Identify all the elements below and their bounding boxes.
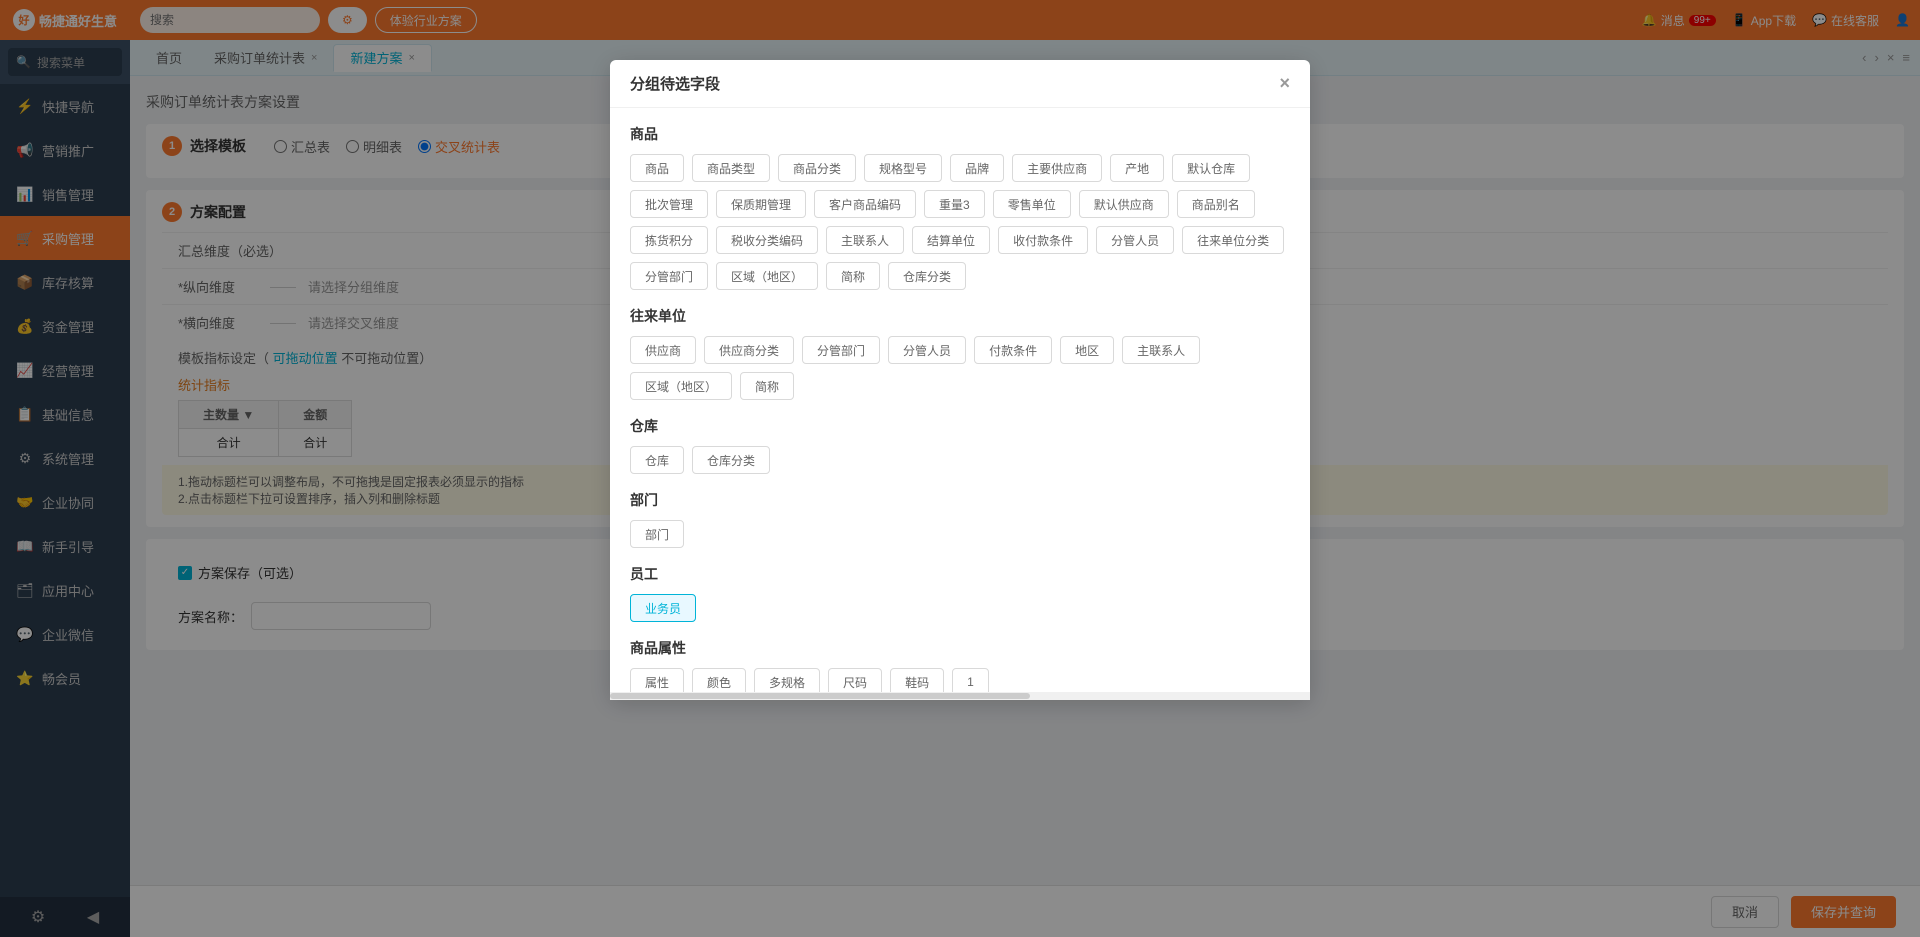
field-tag-product-alias[interactable]: 商品别名 bbox=[1177, 190, 1255, 218]
product-field-tags: 商品 商品类型 商品分类 规格型号 品牌 主要供应商 产地 默认仓库 批次管理 … bbox=[630, 154, 1290, 290]
field-tag-warehouse-category[interactable]: 仓库分类 bbox=[692, 446, 770, 474]
field-tag-size[interactable]: 尺码 bbox=[828, 668, 882, 692]
field-tag-pick-score[interactable]: 拣货积分 bbox=[630, 226, 708, 254]
field-tag-multi-spec[interactable]: 多规格 bbox=[754, 668, 820, 692]
modal-header: 分组待选字段 × bbox=[610, 60, 1310, 108]
field-tag-warehouse[interactable]: 仓库 bbox=[630, 446, 684, 474]
section-title-employee: 员工 bbox=[630, 564, 1290, 584]
field-tag-quality-mgmt[interactable]: 保质期管理 bbox=[716, 190, 806, 218]
field-tag-main-contact[interactable]: 主联系人 bbox=[826, 226, 904, 254]
modal: 分组待选字段 × 商品 商品 商品类型 商品分类 规格型号 品牌 主要供应商 产… bbox=[610, 60, 1310, 700]
field-tag-supplier-category[interactable]: 供应商分类 bbox=[704, 336, 794, 364]
product-attr-field-tags: 属性 颜色 多规格 尺码 鞋码 1 bbox=[630, 668, 1290, 692]
field-tag-retail-unit[interactable]: 零售单位 bbox=[993, 190, 1071, 218]
field-tag-payment-terms[interactable]: 收付款条件 bbox=[998, 226, 1088, 254]
section-title-warehouse: 仓库 bbox=[630, 416, 1290, 436]
modal-horizontal-scrollbar[interactable] bbox=[610, 692, 1310, 700]
field-tag-spec-model[interactable]: 规格型号 bbox=[864, 154, 942, 182]
field-tag-custom1[interactable]: 1 bbox=[952, 668, 989, 692]
field-tag-supplier[interactable]: 供应商 bbox=[630, 336, 696, 364]
field-tag-tax-code[interactable]: 税收分类编码 bbox=[716, 226, 818, 254]
field-tag-area-partner[interactable]: 地区 bbox=[1060, 336, 1114, 364]
section-title-partner: 往来单位 bbox=[630, 306, 1290, 326]
field-tag-department[interactable]: 部门 bbox=[630, 520, 684, 548]
modal-body: 商品 商品 商品类型 商品分类 规格型号 品牌 主要供应商 产地 默认仓库 批次… bbox=[610, 108, 1310, 692]
section-title-department: 部门 bbox=[630, 490, 1290, 510]
field-tag-pay-terms[interactable]: 付款条件 bbox=[974, 336, 1052, 364]
field-tag-area-product[interactable]: 区域（地区） bbox=[716, 262, 818, 290]
partner-field-tags: 供应商 供应商分类 分管部门 分管人员 付款条件 地区 主联系人 区域（地区） … bbox=[630, 336, 1290, 400]
field-tag-partner-category[interactable]: 往来单位分类 bbox=[1182, 226, 1284, 254]
field-tag-shoe-size[interactable]: 鞋码 bbox=[890, 668, 944, 692]
field-tag-batch-mgmt[interactable]: 批次管理 bbox=[630, 190, 708, 218]
field-tag-main-contact-partner[interactable]: 主联系人 bbox=[1122, 336, 1200, 364]
field-tag-product-category[interactable]: 商品分类 bbox=[778, 154, 856, 182]
modal-title: 分组待选字段 bbox=[630, 73, 720, 94]
field-tag-default-warehouse[interactable]: 默认仓库 bbox=[1172, 154, 1250, 182]
field-tag-settlement-unit[interactable]: 结算单位 bbox=[912, 226, 990, 254]
field-tag-origin[interactable]: 产地 bbox=[1110, 154, 1164, 182]
modal-close-btn[interactable]: × bbox=[1279, 73, 1290, 94]
field-tag-abbrev-product[interactable]: 简称 bbox=[826, 262, 880, 290]
field-tag-default-supplier[interactable]: 默认供应商 bbox=[1079, 190, 1169, 218]
field-tag-attr[interactable]: 属性 bbox=[630, 668, 684, 692]
field-tag-brand[interactable]: 品牌 bbox=[950, 154, 1004, 182]
field-tag-customer-code[interactable]: 客户商品编码 bbox=[814, 190, 916, 218]
field-tag-color[interactable]: 颜色 bbox=[692, 668, 746, 692]
field-tag-abbrev-partner[interactable]: 简称 bbox=[740, 372, 794, 400]
field-tag-manager-partner[interactable]: 分管人员 bbox=[888, 336, 966, 364]
field-tag-dept-product[interactable]: 分管部门 bbox=[630, 262, 708, 290]
warehouse-field-tags: 仓库 仓库分类 bbox=[630, 446, 1290, 474]
section-title-product-attr: 商品属性 bbox=[630, 638, 1290, 658]
field-tag-main-supplier[interactable]: 主要供应商 bbox=[1012, 154, 1102, 182]
field-tag-weight3[interactable]: 重量3 bbox=[924, 190, 985, 218]
employee-field-tags: 业务员 bbox=[630, 594, 1290, 622]
department-field-tags: 部门 bbox=[630, 520, 1290, 548]
field-tag-product-type[interactable]: 商品类型 bbox=[692, 154, 770, 182]
field-tag-salesperson[interactable]: 业务员 bbox=[630, 594, 696, 622]
section-title-product: 商品 bbox=[630, 124, 1290, 144]
field-tag-region-partner[interactable]: 区域（地区） bbox=[630, 372, 732, 400]
modal-overlay[interactable]: 分组待选字段 × 商品 商品 商品类型 商品分类 规格型号 品牌 主要供应商 产… bbox=[0, 0, 1920, 937]
field-tag-manager[interactable]: 分管人员 bbox=[1096, 226, 1174, 254]
scrollbar-thumb bbox=[610, 693, 1030, 699]
field-tag-warehouse-cat-product[interactable]: 仓库分类 bbox=[888, 262, 966, 290]
field-tag-product[interactable]: 商品 bbox=[630, 154, 684, 182]
field-tag-dept-partner[interactable]: 分管部门 bbox=[802, 336, 880, 364]
